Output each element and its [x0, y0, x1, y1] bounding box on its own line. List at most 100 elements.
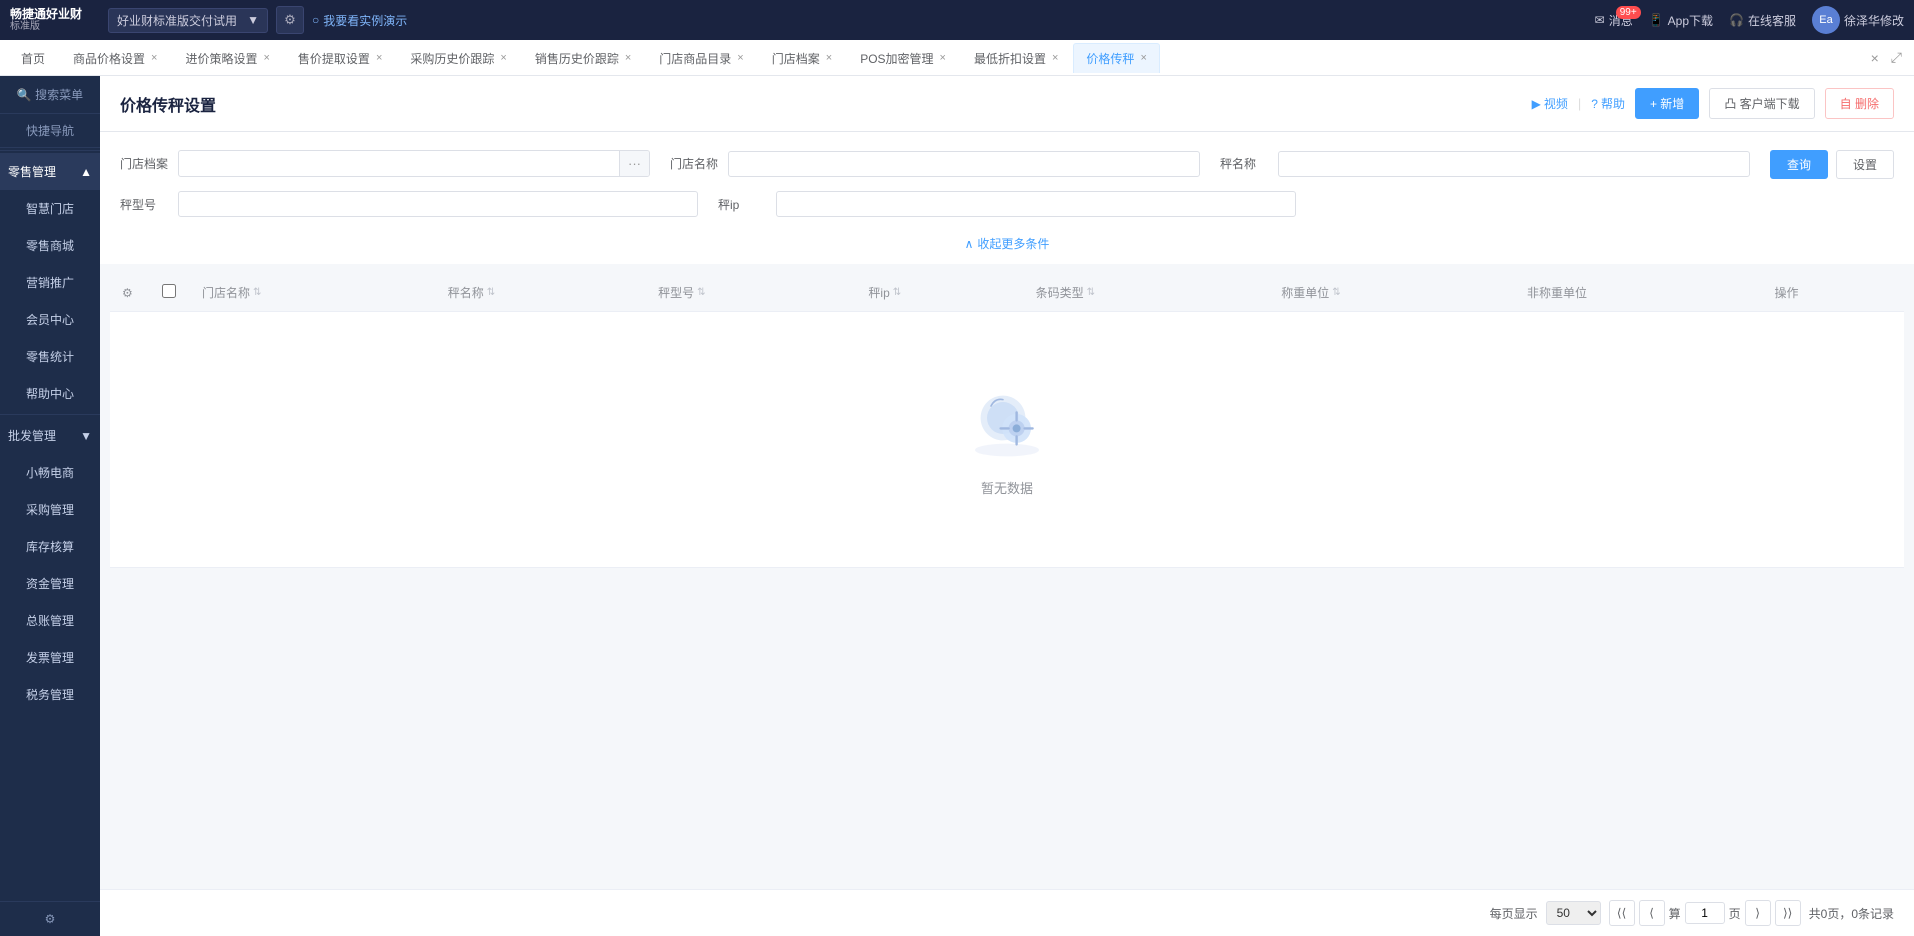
- empty-row: 暂无数据: [110, 312, 1904, 568]
- th-checkbox[interactable]: [150, 274, 190, 312]
- last-page-btn[interactable]: ⟩⟩: [1775, 900, 1801, 926]
- sidebar-item-tax-mgmt[interactable]: 税务管理: [0, 676, 100, 713]
- per-page-label: 每页显示: [1490, 905, 1538, 922]
- sidebar-item-retail-mall[interactable]: 零售商城: [0, 227, 100, 264]
- sidebar-item-wholesale-mgmt[interactable]: 批发管理 ▼: [0, 417, 100, 454]
- sidebar-item-smart-store[interactable]: 智慧门店: [0, 190, 100, 227]
- sidebar-item-help-center[interactable]: 帮助中心: [0, 375, 100, 412]
- collapse-button[interactable]: ∧ 收起更多条件: [120, 229, 1894, 264]
- pagination-total: 共0页，0条记录: [1809, 905, 1894, 922]
- page-size-select[interactable]: 50 10 20 100: [1546, 901, 1601, 925]
- app-download-btn[interactable]: 📱 App下载: [1649, 12, 1713, 29]
- scale-ip-input[interactable]: [776, 191, 1296, 217]
- close-tab-pos-management[interactable]: ×: [940, 52, 946, 64]
- scale-name-input[interactable]: [1278, 151, 1750, 177]
- help-icon: ?: [1591, 97, 1598, 111]
- maximize-btn[interactable]: ⤢: [1887, 47, 1906, 68]
- sidebar-item-retail-mgmt[interactable]: 零售管理 ▲: [0, 153, 100, 190]
- logo-area: 畅捷通好业财 标准版: [10, 7, 90, 33]
- tab-home[interactable]: 首页: [8, 43, 58, 73]
- th-non-weight-unit: 非称重单位: [1515, 274, 1763, 312]
- chevron-up-icon: ∧: [965, 237, 974, 251]
- sort-barcode-type[interactable]: 条码类型 ⇅: [1036, 284, 1258, 301]
- top-right-area: ✉ 消息 99+ 📱 App下载 🎧 在线客服 Ea 徐泽华修改: [1595, 6, 1904, 34]
- sidebar-item-general-ledger[interactable]: 总账管理: [0, 602, 100, 639]
- close-tab-commodity-price[interactable]: ×: [151, 52, 157, 64]
- settings-filter-button[interactable]: 设置: [1836, 150, 1894, 179]
- tab-sale-history[interactable]: 销售历史价跟踪 ×: [522, 43, 644, 73]
- scale-model-label: 秤型号: [120, 196, 170, 213]
- empty-text: 暂无数据: [981, 478, 1033, 497]
- help-link[interactable]: ? 帮助: [1591, 95, 1625, 112]
- tab-purchase-history[interactable]: 采购历史价跟踪 ×: [397, 43, 519, 73]
- sort-store-name[interactable]: 门店名称 ⇅: [202, 284, 424, 301]
- sort-scale-ip[interactable]: 秤ip ⇅: [868, 284, 1011, 301]
- video-link[interactable]: ▶ 视频: [1532, 95, 1568, 112]
- sidebar-item-xiaochang-ec[interactable]: 小畅电商: [0, 454, 100, 491]
- close-tab-purchase-history[interactable]: ×: [500, 52, 506, 64]
- tab-price-scale[interactable]: 价格传秤 ×: [1073, 43, 1159, 73]
- tab-sale-price[interactable]: 售价提取设置 ×: [285, 43, 395, 73]
- settings-icon[interactable]: ⚙: [276, 6, 304, 34]
- store-file-input[interactable]: [179, 152, 619, 176]
- user-menu[interactable]: Ea 徐泽华修改: [1812, 6, 1904, 34]
- close-window-btn[interactable]: ×: [1867, 48, 1883, 68]
- sidebar-item-invoice-mgmt[interactable]: 发票管理: [0, 639, 100, 676]
- th-settings[interactable]: ⚙: [110, 274, 150, 312]
- tab-pos-management[interactable]: POS加密管理 ×: [847, 43, 959, 73]
- sidebar-item-inventory[interactable]: 库存核算: [0, 528, 100, 565]
- sidebar-settings-btn[interactable]: ⚙: [0, 901, 100, 936]
- sidebar-item-fund-mgmt[interactable]: 资金管理: [0, 565, 100, 602]
- query-button[interactable]: 查询: [1770, 150, 1828, 179]
- add-button[interactable]: + 新增: [1635, 88, 1699, 119]
- filter-store-file: 门店档案 ···: [120, 148, 650, 179]
- prev-page-btn[interactable]: ⟨: [1639, 900, 1665, 926]
- sidebar-quick-nav[interactable]: 快捷导航: [0, 114, 100, 148]
- sort-icon-barcode-type: ⇅: [1087, 287, 1095, 298]
- version-selector[interactable]: 好业财标准版交付试用 ▼: [108, 8, 268, 33]
- demo-link[interactable]: ○ 我要看实例演示: [312, 12, 407, 29]
- page-input[interactable]: [1685, 902, 1725, 924]
- filter-row-1: 门店档案 ··· 门店名称 秤名称 查询: [120, 148, 1894, 179]
- online-service-btn[interactable]: 🎧 在线客服: [1729, 12, 1796, 29]
- tab-commodity-price[interactable]: 商品价格设置 ×: [60, 43, 170, 73]
- messages-btn[interactable]: ✉ 消息 99+: [1595, 12, 1633, 29]
- main-layout: 🔍 搜索菜单 快捷导航 零售管理 ▲ 智慧门店 零售商城 营销推广 会员中心 零…: [0, 76, 1914, 936]
- scale-model-input[interactable]: [178, 191, 698, 217]
- close-tab-purchase-strategy[interactable]: ×: [263, 52, 269, 64]
- messages-badge: 99+: [1616, 6, 1641, 19]
- th-barcode-type: 条码类型 ⇅: [1024, 274, 1270, 312]
- close-tab-price-scale[interactable]: ×: [1140, 52, 1146, 64]
- th-scale-ip: 秤ip ⇅: [856, 274, 1023, 312]
- action-divider: |: [1578, 96, 1581, 111]
- store-file-dots-btn[interactable]: ···: [619, 151, 649, 176]
- tab-purchase-strategy[interactable]: 进价策略设置 ×: [172, 43, 282, 73]
- tab-min-discount[interactable]: 最低折扣设置 ×: [961, 43, 1071, 73]
- chevron-up-icon: ▲: [80, 165, 92, 179]
- sort-icon-scale-ip: ⇅: [893, 287, 901, 298]
- download-button[interactable]: 凸 客户端下载: [1709, 88, 1814, 119]
- close-tab-sale-history[interactable]: ×: [625, 52, 631, 64]
- sidebar-item-marketing[interactable]: 营销推广: [0, 264, 100, 301]
- store-name-input[interactable]: [728, 151, 1200, 177]
- select-all-checkbox[interactable]: [162, 284, 176, 298]
- sort-icon-store-name: ⇅: [253, 287, 261, 298]
- next-page-btn[interactable]: ⟩: [1745, 900, 1771, 926]
- sidebar-item-member-center[interactable]: 会员中心: [0, 301, 100, 338]
- tab-store-catalog[interactable]: 门店商品目录 ×: [646, 43, 756, 73]
- sort-weight-unit[interactable]: 称重单位 ⇅: [1281, 284, 1503, 301]
- sidebar-item-purchase-mgmt[interactable]: 采购管理: [0, 491, 100, 528]
- eye-icon: ○: [312, 13, 319, 27]
- sort-scale-model[interactable]: 秤型号 ⇅: [658, 284, 844, 301]
- close-tab-min-discount[interactable]: ×: [1052, 52, 1058, 64]
- delete-button[interactable]: 自 删除: [1825, 88, 1894, 119]
- sidebar-search[interactable]: 🔍 搜索菜单: [0, 76, 100, 114]
- sidebar-item-retail-stats[interactable]: 零售统计: [0, 338, 100, 375]
- close-tab-sale-price[interactable]: ×: [376, 52, 382, 64]
- avatar: Ea: [1812, 6, 1840, 34]
- sort-scale-name[interactable]: 秤名称 ⇅: [448, 284, 634, 301]
- tab-store-file[interactable]: 门店档案 ×: [759, 43, 845, 73]
- first-page-btn[interactable]: ⟨⟨: [1609, 900, 1635, 926]
- close-tab-store-file[interactable]: ×: [826, 52, 832, 64]
- close-tab-store-catalog[interactable]: ×: [737, 52, 743, 64]
